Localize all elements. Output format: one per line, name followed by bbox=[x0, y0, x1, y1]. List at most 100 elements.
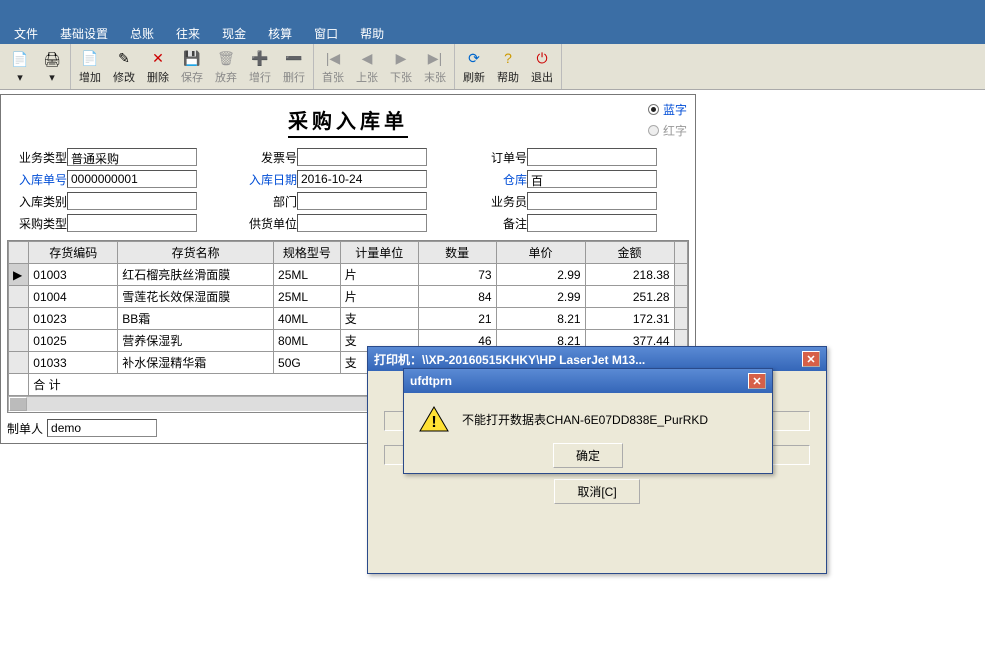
row-selector[interactable] bbox=[9, 286, 29, 308]
th-qty[interactable]: 数量 bbox=[418, 242, 496, 264]
val-inno[interactable]: 0000000001 bbox=[67, 170, 197, 188]
val-incat[interactable] bbox=[67, 192, 197, 210]
cell-code[interactable]: 01033 bbox=[29, 352, 118, 374]
lbl-biztype: 业务类型 bbox=[7, 149, 67, 166]
ok-button[interactable]: 确定 bbox=[553, 443, 623, 468]
first-button[interactable]: |◀首张 bbox=[316, 46, 350, 87]
form-grid: 业务类型 普通采购 发票号 订单号 入库单号 0000000001 入库日期 2… bbox=[7, 148, 689, 232]
edit-button[interactable]: ✎修改 bbox=[107, 46, 141, 87]
document-title: 采购入库单 bbox=[288, 105, 408, 138]
menu-base[interactable]: 基础设置 bbox=[50, 23, 118, 44]
table-row[interactable]: 01023BB霜40ML支218.21172.31 bbox=[9, 308, 688, 330]
prev-button[interactable]: ◀上张 bbox=[350, 46, 384, 87]
cell-unit[interactable]: 片 bbox=[340, 286, 418, 308]
menu-acct[interactable]: 核算 bbox=[258, 23, 302, 44]
lbl-indate: 入库日期 bbox=[237, 171, 297, 188]
cell-amt[interactable]: 172.31 bbox=[585, 308, 674, 330]
val-supplier[interactable] bbox=[297, 214, 427, 232]
menu-ar[interactable]: 往来 bbox=[166, 23, 210, 44]
row-scroll bbox=[674, 308, 687, 330]
lbl-remark: 备注 bbox=[467, 215, 527, 232]
radio-blue[interactable] bbox=[648, 104, 659, 115]
val-potype[interactable] bbox=[67, 214, 197, 232]
save-button[interactable]: 💾保存 bbox=[175, 46, 209, 87]
close-icon[interactable]: ✕ bbox=[802, 351, 820, 367]
cell-code[interactable]: 01004 bbox=[29, 286, 118, 308]
delrow-button[interactable]: ➖删行 bbox=[277, 46, 311, 87]
th-name[interactable]: 存货名称 bbox=[118, 242, 274, 264]
tool-doc-dropdown[interactable]: 📄▾ bbox=[4, 48, 36, 86]
val-staff[interactable] bbox=[527, 192, 657, 210]
cell-spec[interactable]: 40ML bbox=[274, 308, 341, 330]
discard-button[interactable]: 🗑放弃 bbox=[209, 46, 243, 87]
cell-qty[interactable]: 73 bbox=[418, 264, 496, 286]
cell-price[interactable]: 2.99 bbox=[496, 286, 585, 308]
val-biztype[interactable]: 普通采购 bbox=[67, 148, 197, 166]
th-amt[interactable]: 金额 bbox=[585, 242, 674, 264]
val-wh[interactable]: 百 bbox=[527, 170, 657, 188]
menu-window[interactable]: 窗口 bbox=[304, 23, 348, 44]
th-code[interactable]: 存货编码 bbox=[29, 242, 118, 264]
cell-code[interactable]: 01023 bbox=[29, 308, 118, 330]
val-remark[interactable] bbox=[527, 214, 657, 232]
add-button[interactable]: 📄增加 bbox=[73, 46, 107, 87]
lbl-dept: 部门 bbox=[237, 193, 297, 210]
tool-print-dropdown[interactable]: 🖨▾ bbox=[36, 48, 68, 86]
cell-amt[interactable]: 218.38 bbox=[585, 264, 674, 286]
val-order[interactable] bbox=[527, 148, 657, 166]
val-maker[interactable]: demo bbox=[47, 419, 157, 437]
cancel-button[interactable]: 取消[C] bbox=[554, 479, 639, 504]
cell-name[interactable]: 雪莲花长效保湿面膜 bbox=[118, 286, 274, 308]
val-indate[interactable]: 2016-10-24 bbox=[297, 170, 427, 188]
row-selector[interactable]: ▶ bbox=[9, 264, 29, 286]
table-row[interactable]: 01004雪莲花长效保湿面膜25ML片842.99251.28 bbox=[9, 286, 688, 308]
cell-amt[interactable]: 251.28 bbox=[585, 286, 674, 308]
help-button[interactable]: ?帮助 bbox=[491, 46, 525, 87]
cell-code[interactable]: 01003 bbox=[29, 264, 118, 286]
cell-unit[interactable]: 支 bbox=[340, 308, 418, 330]
cell-spec[interactable]: 25ML bbox=[274, 264, 341, 286]
exit-button[interactable]: ⏻退出 bbox=[525, 46, 559, 87]
cell-spec[interactable]: 50G bbox=[274, 352, 341, 374]
last-button[interactable]: ▶|末张 bbox=[418, 46, 452, 87]
warning-icon: ! bbox=[418, 405, 450, 433]
lbl-wh: 仓库 bbox=[467, 171, 527, 188]
menu-bar: 文件 基础设置 总账 往来 现金 核算 窗口 帮助 bbox=[0, 0, 985, 44]
val-dept[interactable] bbox=[297, 192, 427, 210]
alert-dialog: ufdtprn ✕ ! 不能打开数据表CHAN-6E07DD838E_PurRK… bbox=[403, 368, 773, 474]
cell-unit[interactable]: 片 bbox=[340, 264, 418, 286]
cell-name[interactable]: 补水保湿精华霜 bbox=[118, 352, 274, 374]
menu-file[interactable]: 文件 bbox=[4, 23, 48, 44]
menu-ledger[interactable]: 总账 bbox=[120, 23, 164, 44]
alert-dialog-title-bar[interactable]: ufdtprn ✕ bbox=[404, 369, 772, 393]
cell-qty[interactable]: 21 bbox=[418, 308, 496, 330]
cell-code[interactable]: 01025 bbox=[29, 330, 118, 352]
delete-button[interactable]: ✕删除 bbox=[141, 46, 175, 87]
menu-cash[interactable]: 现金 bbox=[212, 23, 256, 44]
next-button[interactable]: ▶下张 bbox=[384, 46, 418, 87]
radio-red[interactable] bbox=[648, 125, 659, 136]
cell-qty[interactable]: 84 bbox=[418, 286, 496, 308]
th-price[interactable]: 单价 bbox=[496, 242, 585, 264]
cell-name[interactable]: 营养保湿乳 bbox=[118, 330, 274, 352]
cell-spec[interactable]: 80ML bbox=[274, 330, 341, 352]
addrow-button[interactable]: ➕增行 bbox=[243, 46, 277, 87]
th-unit[interactable]: 计量单位 bbox=[340, 242, 418, 264]
close-icon[interactable]: ✕ bbox=[748, 373, 766, 389]
cell-price[interactable]: 2.99 bbox=[496, 264, 585, 286]
lbl-maker: 制单人 bbox=[7, 420, 43, 437]
row-selector[interactable] bbox=[9, 308, 29, 330]
row-selector[interactable] bbox=[9, 352, 29, 374]
cell-price[interactable]: 8.21 bbox=[496, 308, 585, 330]
cell-spec[interactable]: 25ML bbox=[274, 286, 341, 308]
row-selector[interactable] bbox=[9, 330, 29, 352]
val-invoice[interactable] bbox=[297, 148, 427, 166]
toolbar: 📄▾ 🖨▾ 📄增加 ✎修改 ✕删除 💾保存 🗑放弃 ➕增行 ➖删行 |◀首张 ◀… bbox=[0, 44, 985, 90]
alert-dialog-title: ufdtprn bbox=[410, 374, 452, 388]
menu-help[interactable]: 帮助 bbox=[350, 23, 394, 44]
table-row[interactable]: ▶01003红石榴亮肤丝滑面膜25ML片732.99218.38 bbox=[9, 264, 688, 286]
th-spec[interactable]: 规格型号 bbox=[274, 242, 341, 264]
refresh-button[interactable]: ⟳刷新 bbox=[457, 46, 491, 87]
cell-name[interactable]: BB霜 bbox=[118, 308, 274, 330]
cell-name[interactable]: 红石榴亮肤丝滑面膜 bbox=[118, 264, 274, 286]
